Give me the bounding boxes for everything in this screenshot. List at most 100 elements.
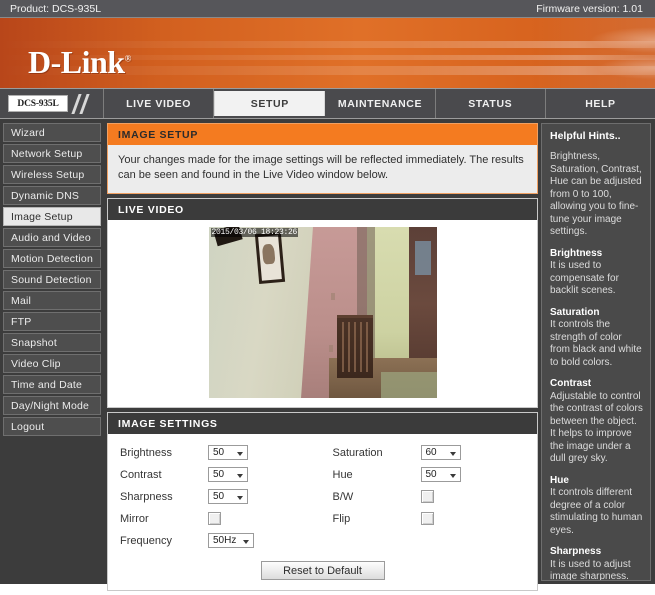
hint-sharpness: Sharpness It is used to adjust image shar… (550, 546, 643, 581)
hint-term-hue: Hue (550, 474, 569, 486)
sharpness-value: 50 (213, 491, 225, 502)
sidebar-item-ftp[interactable]: FTP (3, 312, 101, 331)
image-settings-grid: Brightness 50 Contrast 50 Sharpness 50 M… (108, 443, 537, 553)
video-scene-wall-mark (330, 293, 335, 300)
sidebar-item-dynamic-dns[interactable]: Dynamic DNS (3, 186, 101, 205)
main-content: IMAGE SETUP Your changes made for the im… (107, 123, 538, 595)
flip-checkbox[interactable] (420, 512, 434, 525)
hint-hue: Hue It controls different degree of a col… (550, 475, 643, 538)
tab-status[interactable]: STATUS (436, 89, 546, 118)
brightness-value: 50 (213, 447, 225, 458)
tab-live-video[interactable]: LIVE VIDEO (104, 89, 215, 118)
field-row-sharpness: Sharpness 50 (120, 487, 323, 506)
dlink-logo-text: D-Link (28, 44, 125, 80)
hint-text-saturation: It controls the strength of color from b… (550, 319, 642, 368)
model-badge-cell: DCS-935L (0, 89, 104, 118)
hint-contrast: Contrast Adjustable to control the contra… (550, 378, 643, 466)
hint-saturation: Saturation It controls the strength of co… (550, 307, 643, 370)
frequency-select[interactable]: 50Hz (208, 533, 254, 548)
live-video-stream[interactable]: 2015/03/06 18:23:26 (208, 227, 437, 398)
main-navigation: DCS-935L LIVE VIDEO SETUP MAINTENANCE ST… (0, 88, 655, 119)
saturation-value: 60 (425, 447, 437, 458)
field-row-mirror: Mirror (120, 509, 323, 528)
hint-text-brightness: It is used to compensate for backlit sce… (550, 260, 619, 296)
model-badge: DCS-935L (8, 95, 68, 112)
hint-brightness: Brightness It is used to compensate for b… (550, 248, 643, 298)
sidebar-item-mail[interactable]: Mail (3, 291, 101, 310)
sidebar-item-logout[interactable]: Logout (3, 417, 101, 436)
sidebar-item-snapshot[interactable]: Snapshot (3, 333, 101, 352)
chevron-down-icon (449, 452, 456, 456)
mirror-checkbox[interactable] (208, 512, 221, 525)
field-row-saturation: Saturation 60 (333, 443, 538, 462)
reset-to-default-button[interactable]: Reset to Default (260, 561, 385, 580)
flip-label: Flip (332, 512, 351, 525)
hue-value: 50 (425, 469, 437, 480)
dlink-camera-config-page: Product: DCS-935L Firmware version: 1.01… (0, 0, 655, 591)
live-video-panel: LIVE VIDEO 2015/03/06 18:23:26 (107, 198, 538, 408)
status-bar: Product: DCS-935L Firmware version: 1.01 (0, 0, 655, 18)
brand-banner: D-Link® (0, 18, 655, 88)
hint-text-sharpness: It is used to adjust image sharpness. (550, 558, 631, 581)
chevron-down-icon (449, 474, 456, 478)
trademark-icon: ® (124, 53, 132, 64)
image-setup-description: Your changes made for the image settings… (108, 145, 537, 193)
field-row-bw: B/W (333, 487, 538, 506)
field-row-frequency: Frequency 50Hz (120, 531, 323, 550)
sidebar-item-day-night-mode[interactable]: Day/Night Mode (3, 396, 101, 415)
brightness-select[interactable]: 50 (208, 445, 248, 460)
body-region: Wizard Network Setup Wireless Setup Dyna… (0, 119, 655, 591)
contrast-value: 50 (213, 469, 225, 480)
hint-term-saturation: Saturation (550, 306, 600, 318)
live-video-body: 2015/03/06 18:23:26 (108, 220, 537, 407)
image-setup-panel: IMAGE SETUP Your changes made for the im… (107, 123, 538, 194)
saturation-select[interactable]: 60 (420, 445, 461, 460)
chevron-down-icon (237, 474, 243, 478)
bw-label: B/W (332, 490, 354, 503)
sidebar-navigation: Wizard Network Setup Wireless Setup Dyna… (0, 119, 104, 438)
video-scene-picture-frame (254, 231, 285, 285)
image-setup-header: IMAGE SETUP (108, 124, 537, 145)
slash-decoration-icon (71, 94, 98, 114)
frequency-label: Frequency (120, 534, 172, 547)
video-scene-baby-gate (336, 315, 373, 378)
field-row-hue: Hue 50 (333, 465, 538, 484)
hue-select[interactable]: 50 (420, 467, 461, 482)
product-label: Product: DCS-935L (10, 3, 102, 15)
tab-help[interactable]: HELP (546, 89, 655, 118)
sidebar-item-wireless-setup[interactable]: Wireless Setup (3, 165, 101, 184)
sidebar-item-video-clip[interactable]: Video Clip (3, 354, 101, 373)
hint-text-hue: It controls different degree of a color … (550, 487, 643, 536)
dlink-logo: D-Link® (28, 44, 131, 81)
bw-checkbox[interactable] (420, 490, 434, 503)
contrast-label: Contrast (120, 468, 162, 481)
chevron-down-icon (237, 452, 243, 456)
sidebar-item-image-setup[interactable]: Image Setup (3, 207, 101, 226)
hue-label: Hue (332, 468, 353, 481)
hint-term-sharpness: Sharpness (550, 546, 602, 557)
button-row: Reset to Default (108, 561, 537, 580)
sidebar-item-wizard[interactable]: Wizard (3, 123, 101, 142)
chevron-down-icon (243, 540, 249, 544)
hint-term-contrast: Contrast (550, 378, 592, 389)
sidebar-item-network-setup[interactable]: Network Setup (3, 144, 101, 163)
sidebar-item-time-and-date[interactable]: Time and Date (3, 375, 101, 394)
hint-text-contrast: Adjustable to control the contrast of co… (550, 390, 643, 465)
sidebar-item-motion-detection[interactable]: Motion Detection (3, 249, 101, 268)
frequency-value: 50Hz (213, 535, 237, 546)
settings-column-left: Brightness 50 Contrast 50 Sharpness 50 M… (108, 443, 323, 553)
brightness-label: Brightness (120, 446, 172, 459)
hint-term-brightness: Brightness (550, 247, 603, 259)
video-scene-wall-mark (328, 345, 333, 352)
contrast-select[interactable]: 50 (208, 467, 248, 482)
tab-setup[interactable]: SETUP (214, 91, 326, 116)
tab-maintenance[interactable]: MAINTENANCE (325, 89, 436, 118)
sidebar-item-audio-and-video[interactable]: Audio and Video (3, 228, 101, 247)
field-row-flip: Flip (333, 509, 538, 528)
sidebar-item-sound-detection[interactable]: Sound Detection (3, 270, 101, 289)
hints-intro: Brightness, Saturation, Contrast, Hue ca… (550, 151, 642, 237)
image-settings-header: IMAGE SETTINGS (108, 413, 537, 434)
helpful-hints-panel: Helpful Hints.. Brightness, Saturation, … (541, 123, 651, 581)
sharpness-select[interactable]: 50 (208, 489, 248, 504)
firmware-version-label: Firmware version: 1.01 (536, 3, 643, 15)
